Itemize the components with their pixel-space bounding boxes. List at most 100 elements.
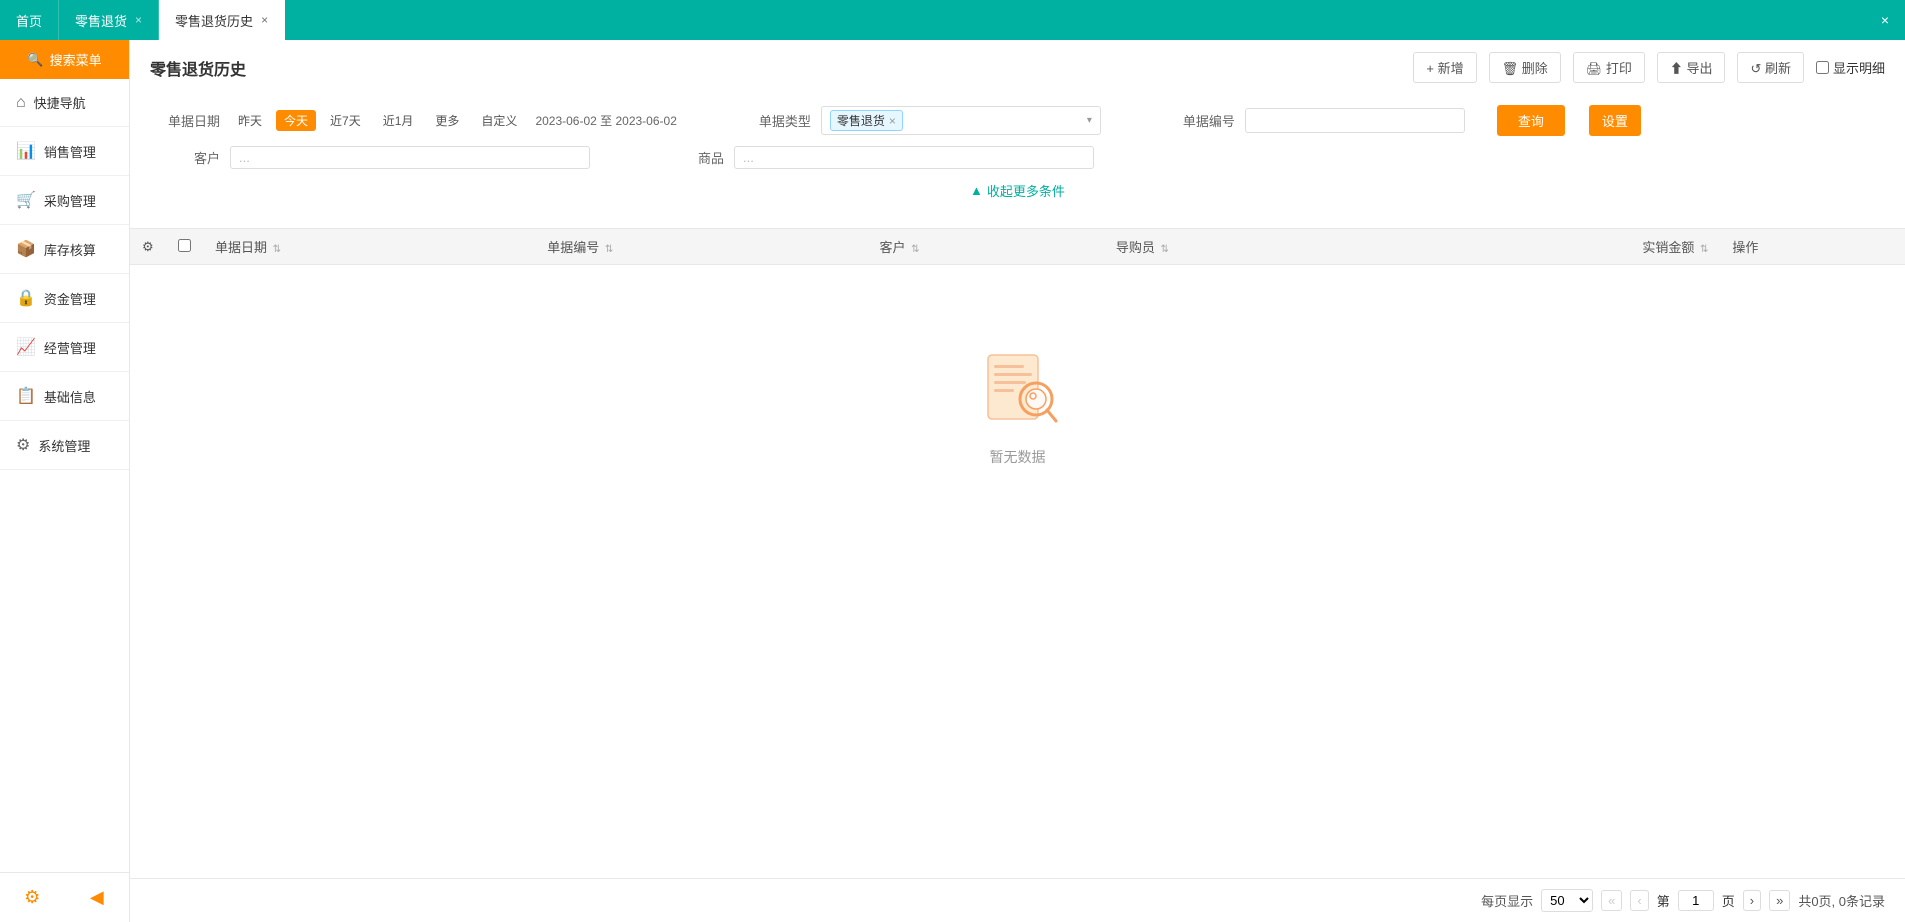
date-btn-custom[interactable]: 自定义 [473,110,525,131]
col-settings[interactable]: ⚙ [130,229,166,265]
sidebar-item-quick-nav[interactable]: ⌂ 快捷导航 [0,79,129,127]
select-all-checkbox[interactable] [178,239,191,252]
customer-filter-input[interactable]: ... [230,146,590,169]
print-button[interactable]: 🖨 打印 [1573,52,1645,83]
empty-text: 暂无数据 [990,447,1046,467]
remove-type-tag[interactable]: × [889,114,896,128]
sidebar-item-inventory[interactable]: 📦 库存核算 [0,225,129,274]
empty-state: 暂无数据 [130,265,1905,547]
sidebar-search[interactable]: 🔍 搜索菜单 [0,40,129,79]
tab-retail-return-history[interactable]: 零售退货历史 × [159,0,285,40]
col-order-no[interactable]: 单据编号 ⇅ [535,229,867,265]
sidebar-item-system[interactable]: ⚙ 系统管理 [0,421,129,470]
next-page-button[interactable]: › [1743,890,1761,911]
settings-icon[interactable]: ⚙ [142,239,154,254]
last-page-button[interactable]: » [1769,890,1790,911]
type-filter-tag: 零售退货 × [830,110,903,131]
date-filter-label: 单据日期 [150,111,230,130]
toolbar: + 新增 🗑 删除 🖨 打印 ⬆ 导出 ↺ 刷新 显示明细 [1413,52,1885,83]
col-customer[interactable]: 客户 ⇅ [868,229,1104,265]
sidebar-item-sales-mgmt[interactable]: 📊 销售管理 [0,127,129,176]
date-btn-yesterday[interactable]: 昨天 [230,110,270,131]
page-title: 零售退货历史 [150,56,246,80]
sort-date-icon: ⇅ [273,244,281,255]
col-checkbox[interactable] [166,229,203,265]
table-wrap: ⚙ 单据日期 ⇅ 单据编号 ⇅ [130,229,1905,878]
sidebar-item-finance[interactable]: 🔒 资金管理 [0,274,129,323]
app-wrapper: 首页 零售退货 × 零售退货历史 × × 🔍 搜索菜单 ⌂ 快捷导航 [0,0,1905,922]
total-info: 共0页, 0条记录 [1798,891,1885,910]
goto-label: 第 [1657,891,1670,910]
delete-button[interactable]: 🗑 删除 [1489,52,1561,83]
finance-icon: 🔒 [16,288,36,308]
sort-orderno-icon: ⇅ [605,244,613,255]
page-label: 页 [1722,891,1735,910]
sidebar: 🔍 搜索菜单 ⌂ 快捷导航 📊 销售管理 🛒 采购管理 📦 库 [0,40,130,922]
content: 零售退货历史 + 新增 🗑 删除 🖨 打印 ⬆ 导出 ↺ 刷新 显示明细 [130,40,1905,922]
col-date[interactable]: 单据日期 ⇅ [203,229,535,265]
tab-bar-close[interactable]: × [1881,12,1905,28]
collapse-icon: ◀ [90,887,104,908]
basic-info-icon: 📋 [16,386,36,406]
system-icon: ⚙ [16,435,30,455]
col-guide[interactable]: 导购员 ⇅ [1104,229,1388,265]
sidebar-menu: ⌂ 快捷导航 📊 销售管理 🛒 采购管理 📦 库存核算 🔒 资金管理 [0,79,129,872]
show-detail-label[interactable]: 显示明细 [1816,58,1885,77]
col-amount[interactable]: 实销金额 ⇅ [1388,229,1720,265]
type-filter-select[interactable]: 零售退货 × ▾ [821,106,1101,135]
page-size-label: 每页显示 [1481,891,1533,910]
home-icon: ⌂ [16,94,26,112]
close-tab-retail-return[interactable]: × [135,13,142,27]
col-action: 操作 [1720,229,1905,265]
prev-page-button[interactable]: ‹ [1630,890,1648,911]
gear-icon: ⚙ [24,887,40,908]
empty-icon [968,345,1068,435]
order-no-input[interactable] [1245,108,1465,133]
date-btn-more[interactable]: 更多 [427,110,467,131]
pagination-bar: 每页显示 50 20 100 « ‹ 第 页 › » 共0页, 0条记录 [130,878,1905,922]
sidebar-item-basic-info[interactable]: 📋 基础信息 [0,372,129,421]
page-input[interactable] [1678,890,1714,911]
order-no-filter-label: 单据编号 [1165,111,1245,130]
search-icon: 🔍 [27,52,43,68]
sort-customer-icon: ⇅ [911,244,919,255]
first-page-button[interactable]: « [1601,890,1622,911]
sort-guide-icon: ⇅ [1160,244,1168,255]
goods-filter-input[interactable]: ... [734,146,1094,169]
main-layout: 🔍 搜索菜单 ⌂ 快捷导航 📊 销售管理 🛒 采购管理 📦 库 [0,40,1905,922]
purchase-icon: 🛒 [16,190,36,210]
close-tab-history[interactable]: × [261,13,268,27]
type-select-arrow: ▾ [1087,115,1092,126]
export-button[interactable]: ⬆ 导出 [1657,52,1726,83]
tab-bar: 首页 零售退货 × 零售退货历史 × × [0,0,1905,40]
sales-icon: 📊 [16,141,36,161]
sidebar-item-operations[interactable]: 📈 经营管理 [0,323,129,372]
date-range-text: 2023-06-02 至 2023-06-02 [535,112,676,129]
collapse-arrow-icon: ▲ [970,183,983,198]
data-table: ⚙ 单据日期 ⇅ 单据编号 ⇅ [130,229,1905,547]
sidebar-gear-button[interactable]: ⚙ [0,881,65,914]
query-button[interactable]: 查询 [1497,105,1565,136]
page-title-bar: 零售退货历史 + 新增 🗑 删除 🖨 打印 ⬆ 导出 ↺ 刷新 显示明细 [150,52,1885,83]
sort-amount-icon: ⇅ [1700,244,1708,255]
sidebar-item-purchase-mgmt[interactable]: 🛒 采购管理 [0,176,129,225]
table-body: 暂无数据 [130,265,1905,548]
page-header: 零售退货历史 + 新增 🗑 删除 🖨 打印 ⬆ 导出 ↺ 刷新 显示明细 [130,40,1905,229]
customer-filter-label: 客户 [150,148,230,167]
settings-button[interactable]: 设置 [1589,105,1641,136]
date-btn-1month[interactable]: 近1月 [375,110,422,131]
inventory-icon: 📦 [16,239,36,259]
date-btn-today[interactable]: 今天 [276,110,316,131]
show-detail-checkbox[interactable] [1816,61,1829,74]
collapse-filter-button[interactable]: ▲ 收起更多条件 [954,177,1081,204]
tab-home[interactable]: 首页 [0,0,59,40]
filter-area: 单据日期 昨天 今天 近7天 近1月 更多 自定义 2023-06-02 至 2… [150,95,1885,228]
goods-filter-label: 商品 [654,148,734,167]
page-size-select[interactable]: 50 20 100 [1541,889,1593,912]
tab-retail-return[interactable]: 零售退货 × [59,0,159,40]
type-filter-label: 单据类型 [741,111,821,130]
refresh-button[interactable]: ↺ 刷新 [1737,52,1804,83]
date-btn-7days[interactable]: 近7天 [322,110,369,131]
sidebar-collapse-button[interactable]: ◀ [65,881,130,914]
add-button[interactable]: + 新增 [1413,52,1476,83]
